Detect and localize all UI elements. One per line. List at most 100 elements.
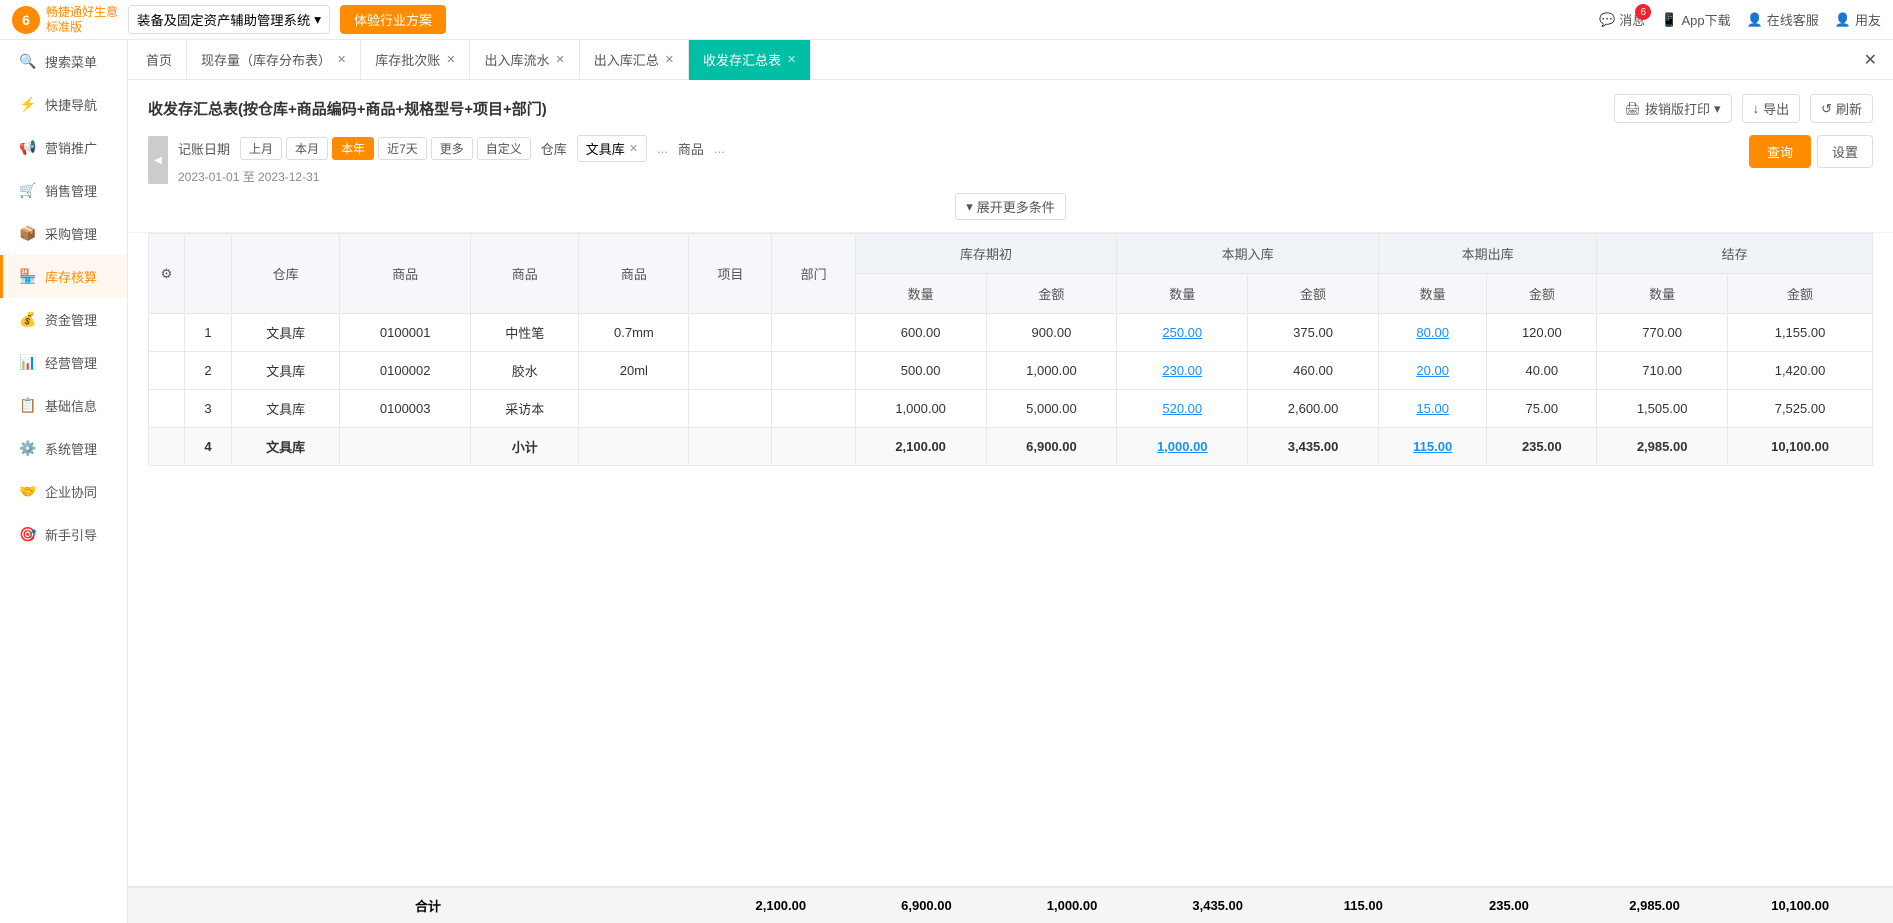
th-in-amt: 金额 — [1248, 274, 1379, 314]
system-name-dropdown[interactable]: 装备及固定资产辅助管理系统 ▾ — [128, 5, 330, 34]
guide-icon: 🎯 — [19, 526, 37, 543]
date-btn-more[interactable]: 更多 — [431, 137, 473, 160]
th-bal-qty: 数量 — [1597, 274, 1728, 314]
row-in-qty-2[interactable]: 230.00 — [1117, 352, 1248, 390]
subtotal-warehouse: 文具库 — [231, 428, 339, 466]
row-warehouse-2: 文具库 — [231, 352, 339, 390]
tab-recv-send[interactable]: 收发存汇总表 ✕ — [689, 40, 811, 80]
tab-stock-dist[interactable]: 现存量（库存分布表） ✕ — [187, 40, 361, 80]
date-btn-this-year[interactable]: 本年 — [332, 137, 374, 160]
sidebar-item-basic[interactable]: 📋 基础信息 — [0, 384, 127, 427]
total-out-amt: 235.00 — [1436, 898, 1582, 913]
warehouse-more-btn[interactable]: ... — [657, 141, 668, 156]
row-spec-1: 0.7mm — [579, 314, 689, 352]
subtotal-open-qty: 2,100.00 — [855, 428, 986, 466]
row-code-3: 0100003 — [340, 390, 471, 428]
row-out-qty-1[interactable]: 80.00 — [1378, 314, 1486, 352]
sidebar-item-operation[interactable]: 📊 经营管理 — [0, 341, 127, 384]
tab-batch-close[interactable]: ✕ — [446, 53, 455, 66]
row-in-qty-3[interactable]: 520.00 — [1117, 390, 1248, 428]
sidebar-item-inventory[interactable]: 🏪 库存核算 — [0, 255, 127, 298]
table-settings-button[interactable]: 设置 — [1817, 135, 1873, 168]
date-btn-this-month[interactable]: 本月 — [286, 137, 328, 160]
sidebar-item-search[interactable]: 🔍 搜索菜单 — [0, 40, 127, 83]
online-service-button[interactable]: 👤 在线客服 — [1747, 10, 1819, 29]
th-balance: 结存 — [1597, 234, 1873, 274]
quick-icon: ⚡ — [19, 96, 37, 113]
th-in: 本期入库 — [1117, 234, 1379, 274]
sidebar-item-enterprise[interactable]: 🤝 企业协同 — [0, 470, 127, 513]
row-dept-1 — [772, 314, 855, 352]
column-settings-icon[interactable]: ⚙ — [161, 266, 173, 281]
sidebar-item-purchase[interactable]: 📦 采购管理 — [0, 212, 127, 255]
phone-icon: 📱 — [1661, 12, 1677, 28]
sales-icon: 🛒 — [19, 182, 37, 199]
th-name: 商品 — [471, 234, 579, 314]
tab-inout-summary[interactable]: 出入库汇总 ✕ — [580, 40, 689, 80]
marketing-icon: 📢 — [19, 139, 37, 156]
total-open-amt: 6,900.00 — [854, 898, 1000, 913]
footer-nums: 2,100.00 6,900.00 1,000.00 3,435.00 115.… — [708, 898, 1873, 913]
user-icon: 👤 — [1835, 12, 1851, 28]
tab-inout-flow-close[interactable]: ✕ — [556, 53, 565, 66]
sidebar-label-search: 搜索菜单 — [45, 52, 97, 71]
tab-home[interactable]: 首页 — [132, 40, 187, 80]
date-btn-last-month[interactable]: 上月 — [240, 137, 282, 160]
row-out-qty-2[interactable]: 20.00 — [1378, 352, 1486, 390]
user-menu-button[interactable]: 👤 用友 — [1835, 10, 1881, 29]
total-in-amt: 3,435.00 — [1145, 898, 1291, 913]
main-table: ⚙ 仓库 商品 商品 商品 项目 部门 库存期初 本期入库 本期出库 — [148, 233, 1873, 466]
messages-button[interactable]: 💬 消息 6 — [1599, 10, 1645, 29]
date-btn-custom[interactable]: 自定义 — [477, 137, 531, 160]
sidebar-item-marketing[interactable]: 📢 营销推广 — [0, 126, 127, 169]
experience-button[interactable]: 体验行业方案 — [340, 5, 446, 34]
sidebar-item-sales[interactable]: 🛒 销售管理 — [0, 169, 127, 212]
basic-icon: 📋 — [19, 397, 37, 414]
sidebar-label-purchase: 采购管理 — [45, 224, 97, 243]
row-code-1: 0100001 — [340, 314, 471, 352]
row-out-amt-2: 40.00 — [1487, 352, 1597, 390]
app-download-button[interactable]: 📱 App下载 — [1661, 10, 1730, 29]
tab-inout-summary-close[interactable]: ✕ — [665, 53, 674, 66]
tab-inout-flow-label: 出入库流水 — [484, 50, 549, 69]
th-out-qty: 数量 — [1378, 274, 1486, 314]
sidebar-item-finance[interactable]: 💰 资金管理 — [0, 298, 127, 341]
subtotal-row: 4 文具库 小计 2,100.00 6,900.00 1,000.00 3,43… — [149, 428, 1873, 466]
date-btn-7days[interactable]: 近7天 — [378, 137, 427, 160]
expand-conditions-button[interactable]: ▾ 展开更多条件 — [955, 193, 1066, 220]
tab-inout-flow[interactable]: 出入库流水 ✕ — [470, 40, 579, 80]
filter-collapse-button[interactable]: ◀ — [148, 136, 168, 184]
tab-recv-send-close[interactable]: ✕ — [787, 53, 796, 66]
warehouse-tag-close[interactable]: ✕ — [629, 142, 638, 155]
row-in-qty-1[interactable]: 250.00 — [1117, 314, 1248, 352]
subtotal-out-qty[interactable]: 115.00 — [1378, 428, 1486, 466]
tabs-close-all-button[interactable]: ✕ — [1852, 50, 1889, 70]
subtotal-spec — [579, 428, 689, 466]
date-label: 记账日期 — [178, 139, 230, 158]
row-code-2: 0100002 — [340, 352, 471, 390]
total-open-qty: 2,100.00 — [708, 898, 854, 913]
row-settings-3 — [149, 390, 185, 428]
subtotal-settings — [149, 428, 185, 466]
warehouse-tag: 文具库 ✕ — [577, 135, 647, 162]
row-warehouse-3: 文具库 — [231, 390, 339, 428]
table-settings-col[interactable]: ⚙ — [149, 234, 185, 314]
row-out-qty-3[interactable]: 15.00 — [1378, 390, 1486, 428]
print-button[interactable]: 🖨 拨销版打印 ▾ — [1614, 94, 1732, 123]
sidebar-item-quick[interactable]: ⚡ 快捷导航 — [0, 83, 127, 126]
warehouse-label: 仓库 — [541, 139, 567, 158]
sidebar-item-guide[interactable]: 🎯 新手引导 — [0, 513, 127, 556]
footer-total: 合计 2,100.00 6,900.00 1,000.00 3,435.00 1… — [128, 886, 1893, 923]
tab-batch[interactable]: 库存批次账 ✕ — [361, 40, 470, 80]
export-button[interactable]: ↓ 导出 — [1742, 94, 1801, 123]
export-icon: ↓ — [1753, 101, 1760, 116]
query-button[interactable]: 查询 — [1749, 135, 1811, 168]
goods-more-btn[interactable]: ... — [714, 141, 725, 156]
row-in-amt-3: 2,600.00 — [1248, 390, 1379, 428]
finance-icon: 💰 — [19, 311, 37, 328]
subtotal-in-qty[interactable]: 1,000.00 — [1117, 428, 1248, 466]
tab-stock-dist-close[interactable]: ✕ — [337, 53, 346, 66]
refresh-button[interactable]: ↺ 刷新 — [1810, 94, 1873, 123]
sidebar-item-system[interactable]: ⚙️ 系统管理 — [0, 427, 127, 470]
system-icon: ⚙️ — [19, 440, 37, 457]
